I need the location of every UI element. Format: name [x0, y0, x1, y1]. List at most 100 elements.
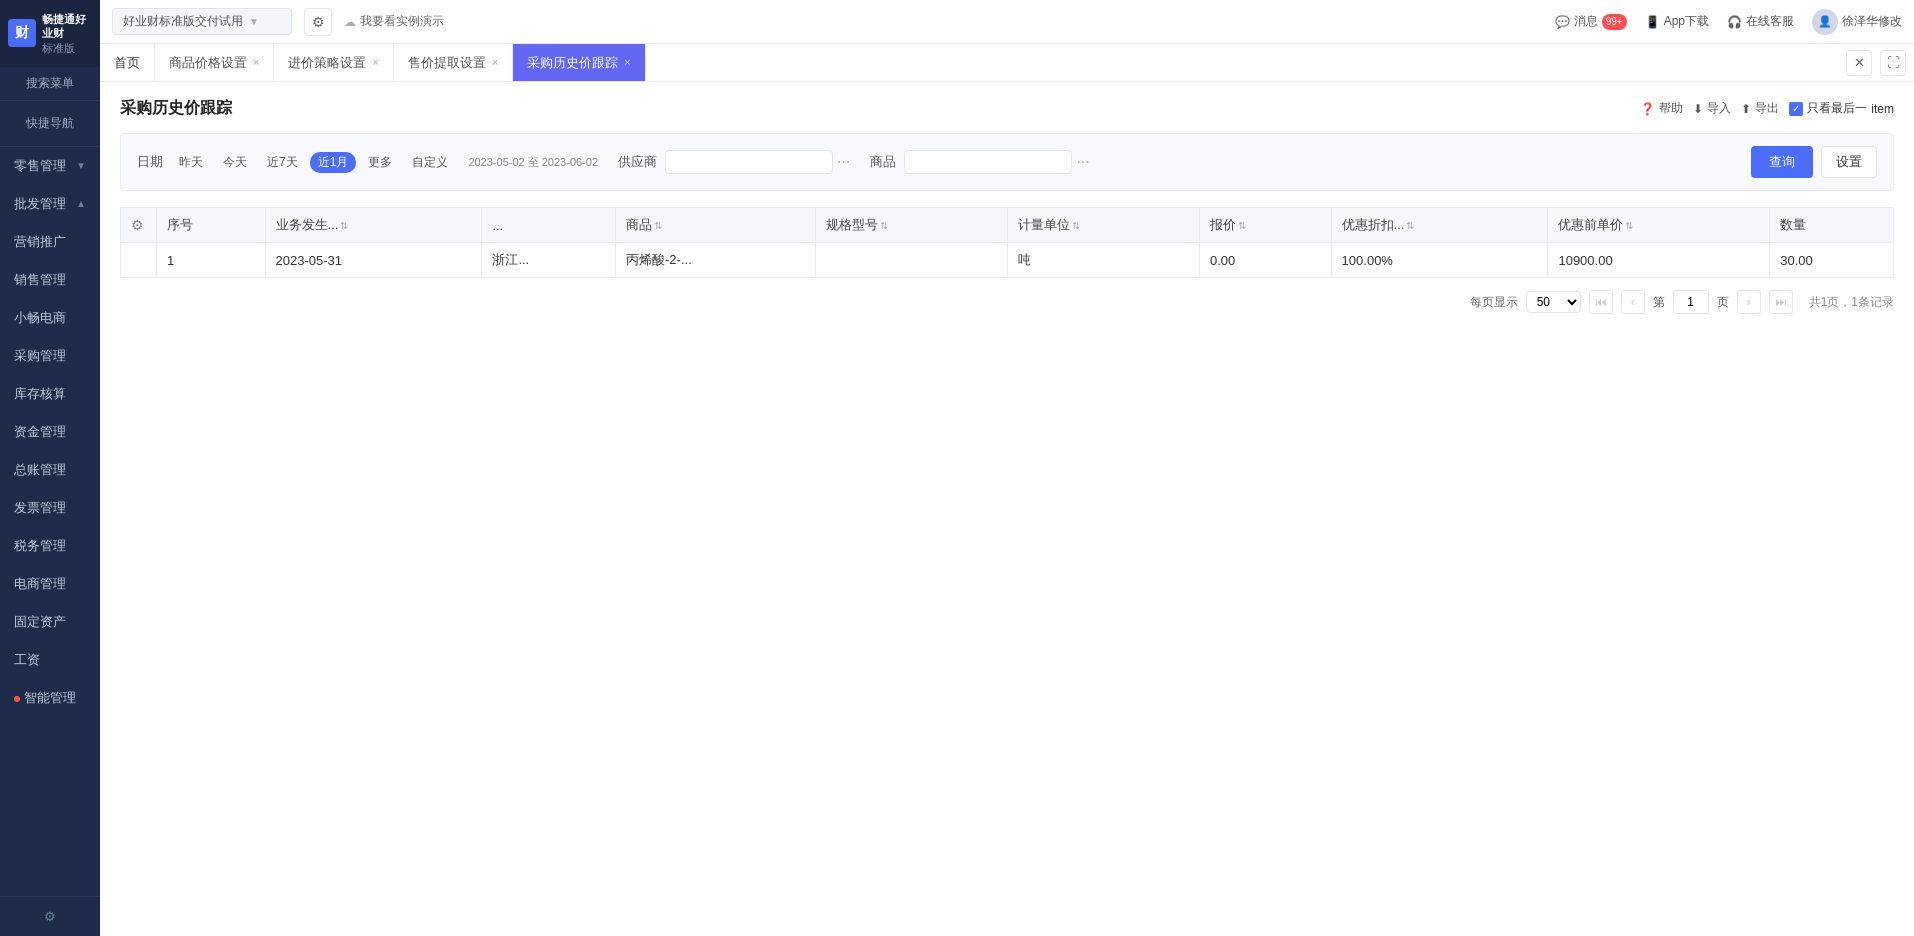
filter-settings-button[interactable]: 设置 [1821, 146, 1877, 178]
tab-purchase-history[interactable]: 采购历史价跟踪× [513, 44, 645, 81]
page-input[interactable] [1673, 290, 1709, 314]
only-last-checkbox[interactable]: ✓ 只看最后一 item [1789, 100, 1894, 117]
sidebar-item-tax[interactable]: 税务管理 [0, 527, 100, 565]
goods-input[interactable] [904, 150, 1072, 174]
supplier-filter-label: 供应商 [618, 153, 657, 171]
export-button[interactable]: ⬆ 导出 [1741, 100, 1779, 117]
demo-button[interactable]: ☁ 我要看实例演示 [344, 13, 444, 30]
table-col-goods[interactable]: 商品⇅ [616, 208, 816, 243]
tab-close-icon[interactable]: × [492, 57, 498, 68]
version-label: 好业财标准版交付试用 [123, 13, 243, 30]
goods-dots[interactable]: ··· [1076, 153, 1089, 171]
tab-expand-btn[interactable]: ⛶ [1880, 50, 1906, 76]
supplier-filter: 供应商 ··· [618, 150, 850, 174]
table-row: 12023-05-31浙江...丙烯酸-2-...吨0.00100.00%109… [121, 243, 1894, 278]
sidebar-item-invoice[interactable]: 发票管理 [0, 489, 100, 527]
user-profile-button[interactable]: 👤 徐泽华修改 [1812, 9, 1902, 35]
table-col-no: 序号 [157, 208, 266, 243]
sidebar-item-sales[interactable]: 销售管理 [0, 261, 100, 299]
table-col-spec[interactable]: 规格型号⇅ [816, 208, 1008, 243]
sort-icon: ⇅ [654, 220, 662, 231]
page-unit: 页 [1717, 294, 1729, 311]
tab-close-btn[interactable]: ✕ [1846, 50, 1872, 76]
tab-price-settings[interactable]: 商品价格设置× [155, 44, 274, 81]
logo-icon: 财 [8, 19, 36, 47]
tab-close-icon[interactable]: × [372, 57, 378, 68]
tab-close-icon[interactable]: × [624, 57, 630, 68]
app-download-button[interactable]: 📱 App下载 [1645, 13, 1709, 30]
page-prev-btn[interactable]: ‹ [1621, 290, 1645, 314]
tab-sale-price[interactable]: 售价提取设置× [394, 44, 513, 81]
sort-icon: ⇅ [1406, 220, 1414, 231]
sidebar-item-purchase[interactable]: 采购管理 [0, 337, 100, 375]
date-opt-more[interactable]: 更多 [360, 152, 400, 173]
sidebar-item-finance[interactable]: 资金管理 [0, 413, 100, 451]
sidebar-item-marketing[interactable]: 营销推广 [0, 223, 100, 261]
avatar: 👤 [1812, 9, 1838, 35]
col-label: 序号 [167, 217, 193, 232]
page-content: 采购历史价跟踪 ❓ 帮助 ⬇ 导入 ⬆ 导出 ✓ [100, 82, 1914, 936]
sidebar-item-payroll[interactable]: 工资 [0, 641, 100, 679]
menu-item-label: 采购管理 [14, 347, 66, 365]
page-title: 采购历史价跟踪 [120, 98, 232, 119]
page-next-btn[interactable]: › [1737, 290, 1761, 314]
sidebar-item-ecom[interactable]: 电商管理 [0, 565, 100, 603]
table-col-gear[interactable]: ⚙ [121, 208, 157, 243]
supplier-input[interactable] [665, 150, 833, 174]
menu-item-label: 发票管理 [14, 499, 66, 517]
table-col-discount[interactable]: 优惠折扣...⇅ [1331, 208, 1548, 243]
col-label: 商品 [626, 217, 652, 232]
import-button[interactable]: ⬇ 导入 [1693, 100, 1731, 117]
table-col-date[interactable]: 业务发生...⇅ [265, 208, 482, 243]
menu-item-arrow: ▲ [76, 198, 86, 209]
tab-home[interactable]: 首页 [100, 44, 155, 81]
table-col-unit[interactable]: 计量单位⇅ [1008, 208, 1200, 243]
date-opt-last1m[interactable]: 近1月 [310, 152, 357, 173]
date-opt-custom[interactable]: 自定义 [404, 152, 456, 173]
sort-icon: ⇅ [340, 220, 348, 231]
sidebar-item-retail[interactable]: 零售管理▼ [0, 147, 100, 185]
sidebar-quick-nav[interactable]: 快捷导航 [0, 101, 100, 147]
col-label: ... [492, 218, 503, 233]
topbar-settings-icon[interactable]: ⚙ [304, 8, 332, 36]
col-label: 优惠前单价 [1558, 217, 1623, 232]
table-col-unit_price[interactable]: 优惠前单价⇅ [1548, 208, 1770, 243]
version-selector[interactable]: 好业财标准版交付试用 ▼ [112, 8, 292, 35]
row-supplier: 浙江... [482, 243, 616, 278]
col-label: 规格型号 [826, 217, 878, 232]
sidebar-item-inventory[interactable]: 库存核算 [0, 375, 100, 413]
help-button[interactable]: ❓ 帮助 [1640, 100, 1683, 117]
export-icon: ⬆ [1741, 102, 1751, 116]
per-page-select[interactable]: 102050100 [1526, 291, 1581, 313]
tab-close-icon[interactable]: × [253, 57, 259, 68]
main-area: 好业财标准版交付试用 ▼ ⚙ ☁ 我要看实例演示 💬 消息 99+ 📱 App下… [100, 0, 1914, 936]
sidebar-menu: 零售管理▼ 批发管理 ▲ 营销推广销售管理小畅电商采购管理库存核算资金管理总账管理发票… [0, 147, 100, 717]
message-button[interactable]: 💬 消息 99+ [1555, 13, 1627, 30]
row-spec [816, 243, 1008, 278]
page-first-btn[interactable]: ⏮ [1589, 290, 1613, 314]
table-col-quote[interactable]: 报价⇅ [1199, 208, 1331, 243]
sidebar-search[interactable]: 搜索菜单 [0, 67, 100, 101]
menu-item-label: 税务管理 [14, 537, 66, 555]
sidebar-item-ecom-small[interactable]: 小畅电商 [0, 299, 100, 337]
date-opt-today[interactable]: 今天 [215, 152, 255, 173]
sidebar-item-wholesale[interactable]: 批发管理 ▲ [0, 185, 100, 223]
table-gear-icon[interactable]: ⚙ [131, 217, 144, 233]
query-button[interactable]: 查询 [1751, 146, 1813, 178]
online-service-button[interactable]: 🎧 在线客服 [1727, 13, 1794, 30]
sidebar-item-ledger[interactable]: 总账管理 [0, 451, 100, 489]
page-inner: 采购历史价跟踪 ❓ 帮助 ⬇ 导入 ⬆ 导出 ✓ [100, 82, 1914, 936]
date-opt-last7[interactable]: 近7天 [259, 152, 306, 173]
menu-item-label: 批发管理 [14, 195, 66, 213]
sidebar-item-smart[interactable]: 智能管理 [0, 679, 100, 717]
sidebar-gear-button[interactable]: ⚙ [0, 896, 100, 936]
sidebar-item-assets[interactable]: 固定资产 [0, 603, 100, 641]
sidebar-nav-quicknav[interactable]: 快捷导航 [0, 107, 100, 140]
page-last-btn[interactable]: ⏭ [1769, 290, 1793, 314]
date-opt-yesterday[interactable]: 昨天 [171, 152, 211, 173]
page-header-actions: ❓ 帮助 ⬇ 导入 ⬆ 导出 ✓ 只看最后一 item [1640, 100, 1894, 117]
supplier-dots[interactable]: ··· [837, 153, 850, 171]
tab-purchase-strategy[interactable]: 进价策略设置× [274, 44, 393, 81]
row-date: 2023-05-31 [265, 243, 482, 278]
menu-item-arrow: ▼ [76, 160, 86, 171]
